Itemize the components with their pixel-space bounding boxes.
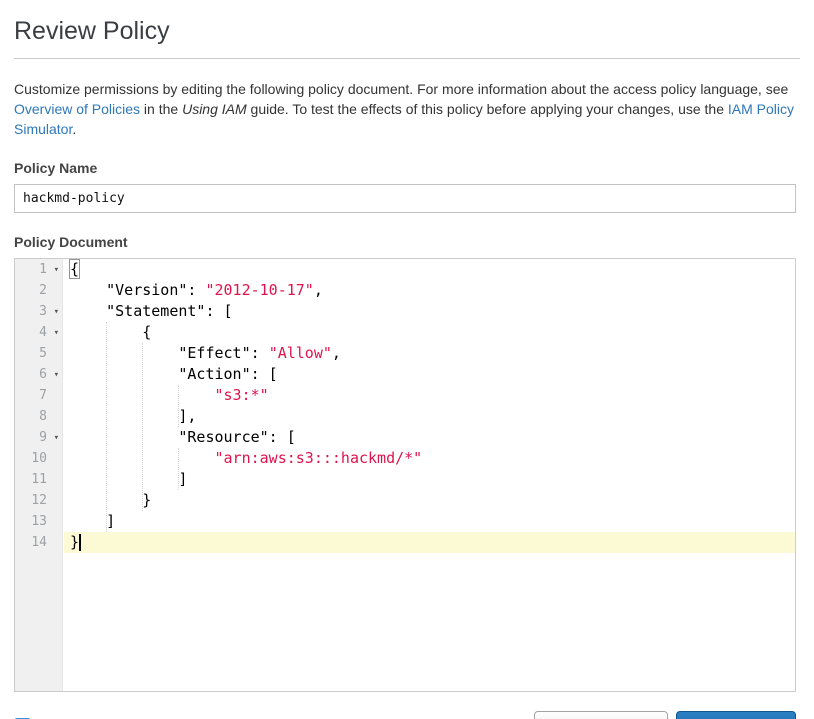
code-line[interactable]: ] — [64, 469, 795, 490]
line-number: 13 — [31, 514, 47, 529]
line-number: 7 — [39, 388, 47, 403]
policy-editor[interactable]: 1▾23▾4▾56▾789▾1011121314 { "Version": "2… — [14, 258, 796, 692]
code-line[interactable]: "Resource": [ — [64, 427, 795, 448]
code-token: "Resource": [ — [70, 428, 296, 446]
code-token — [70, 449, 215, 467]
line-number: 2 — [39, 283, 47, 298]
gutter-line: 1▾ — [15, 259, 62, 280]
gutter-line: 14 — [15, 532, 62, 553]
code-string-token: "s3:*" — [215, 386, 269, 404]
intro-part1: Customize permissions by editing the fol… — [14, 81, 788, 97]
using-iam-guide-name: Using IAM — [182, 101, 247, 117]
validate-policy-button[interactable]: Validate Policy — [534, 711, 668, 719]
line-number: 12 — [31, 493, 47, 508]
apply-policy-button[interactable]: Apply Policy — [676, 711, 796, 719]
policy-name-input[interactable] — [14, 184, 796, 213]
fold-caret-icon[interactable]: ▾ — [54, 323, 59, 344]
code-line[interactable]: "s3:*" — [64, 385, 795, 406]
line-number: 10 — [31, 451, 47, 466]
line-number: 6 — [39, 367, 47, 382]
code-line[interactable]: } — [64, 490, 795, 511]
footer-bar: ✓ Use autoformatting for policy editing … — [14, 711, 796, 719]
intro-part3: guide. To test the effects of this polic… — [247, 101, 728, 117]
code-token: { — [70, 260, 79, 278]
line-number: 1 — [39, 262, 47, 277]
code-line[interactable]: ] — [64, 511, 795, 532]
code-token: "Effect": — [70, 344, 269, 362]
title-divider — [14, 58, 800, 59]
fold-caret-icon[interactable]: ▾ — [54, 365, 59, 386]
intro-part4: . — [72, 121, 76, 137]
code-token: ], — [70, 407, 196, 425]
overview-of-policies-link[interactable]: Overview of Policies — [14, 101, 140, 117]
code-token: "Version": — [70, 281, 205, 299]
code-line[interactable]: "Effect": "Allow", — [64, 343, 795, 364]
gutter-line: 11 — [15, 469, 62, 490]
gutter-line: 10 — [15, 448, 62, 469]
gutter-line: 7 — [15, 385, 62, 406]
code-token: ] — [70, 512, 115, 530]
gutter-line: 2 — [15, 280, 62, 301]
code-token: "Action": [ — [70, 365, 278, 383]
code-token — [70, 386, 215, 404]
line-number: 11 — [31, 472, 47, 487]
gutter-line: 5 — [15, 343, 62, 364]
gutter-line: 12 — [15, 490, 62, 511]
editor-code[interactable]: { "Version": "2012-10-17", "Statement": … — [64, 259, 795, 691]
code-token: { — [70, 323, 151, 341]
gutter-line: 9▾ — [15, 427, 62, 448]
code-line[interactable]: } — [64, 532, 795, 553]
review-policy-page: Review Policy Customize permissions by e… — [0, 0, 814, 719]
action-buttons: Cancel Validate Policy Apply Policy — [463, 711, 796, 719]
editor-gutter: 1▾23▾4▾56▾789▾1011121314 — [15, 259, 63, 691]
gutter-line: 13 — [15, 511, 62, 532]
code-token: } — [70, 491, 151, 509]
code-line[interactable]: ], — [64, 406, 795, 427]
code-token: "Statement": [ — [70, 302, 233, 320]
code-line[interactable]: { — [64, 322, 795, 343]
fold-caret-icon[interactable]: ▾ — [54, 302, 59, 323]
gutter-line: 3▾ — [15, 301, 62, 322]
text-cursor — [79, 534, 81, 551]
fold-caret-icon[interactable]: ▾ — [54, 260, 59, 281]
policy-name-label: Policy Name — [14, 160, 800, 176]
code-line[interactable]: "Statement": [ — [64, 301, 795, 322]
code-string-token: "arn:aws:s3:::hackmd/*" — [215, 449, 423, 467]
policy-document-label: Policy Document — [14, 234, 800, 250]
intro-part2: in the — [140, 101, 182, 117]
line-number: 8 — [39, 409, 47, 424]
code-token: , — [314, 281, 323, 299]
page-title: Review Policy — [14, 16, 800, 46]
code-line[interactable]: "Version": "2012-10-17", — [64, 280, 795, 301]
code-line[interactable]: "arn:aws:s3:::hackmd/*" — [64, 448, 795, 469]
line-number: 3 — [39, 304, 47, 319]
code-string-token: "Allow" — [269, 344, 332, 362]
gutter-line: 8 — [15, 406, 62, 427]
code-line[interactable]: "Action": [ — [64, 364, 795, 385]
gutter-line: 6▾ — [15, 364, 62, 385]
line-number: 14 — [31, 535, 47, 550]
gutter-line: 4▾ — [15, 322, 62, 343]
code-line[interactable]: { — [64, 259, 795, 280]
line-number: 5 — [39, 346, 47, 361]
code-token: , — [332, 344, 341, 362]
intro-text: Customize permissions by editing the fol… — [14, 79, 796, 139]
fold-caret-icon[interactable]: ▾ — [54, 428, 59, 449]
line-number: 4 — [39, 325, 47, 340]
line-number: 9 — [39, 430, 47, 445]
code-token: } — [70, 533, 79, 551]
code-string-token: "2012-10-17" — [205, 281, 313, 299]
code-token: ] — [70, 470, 187, 488]
